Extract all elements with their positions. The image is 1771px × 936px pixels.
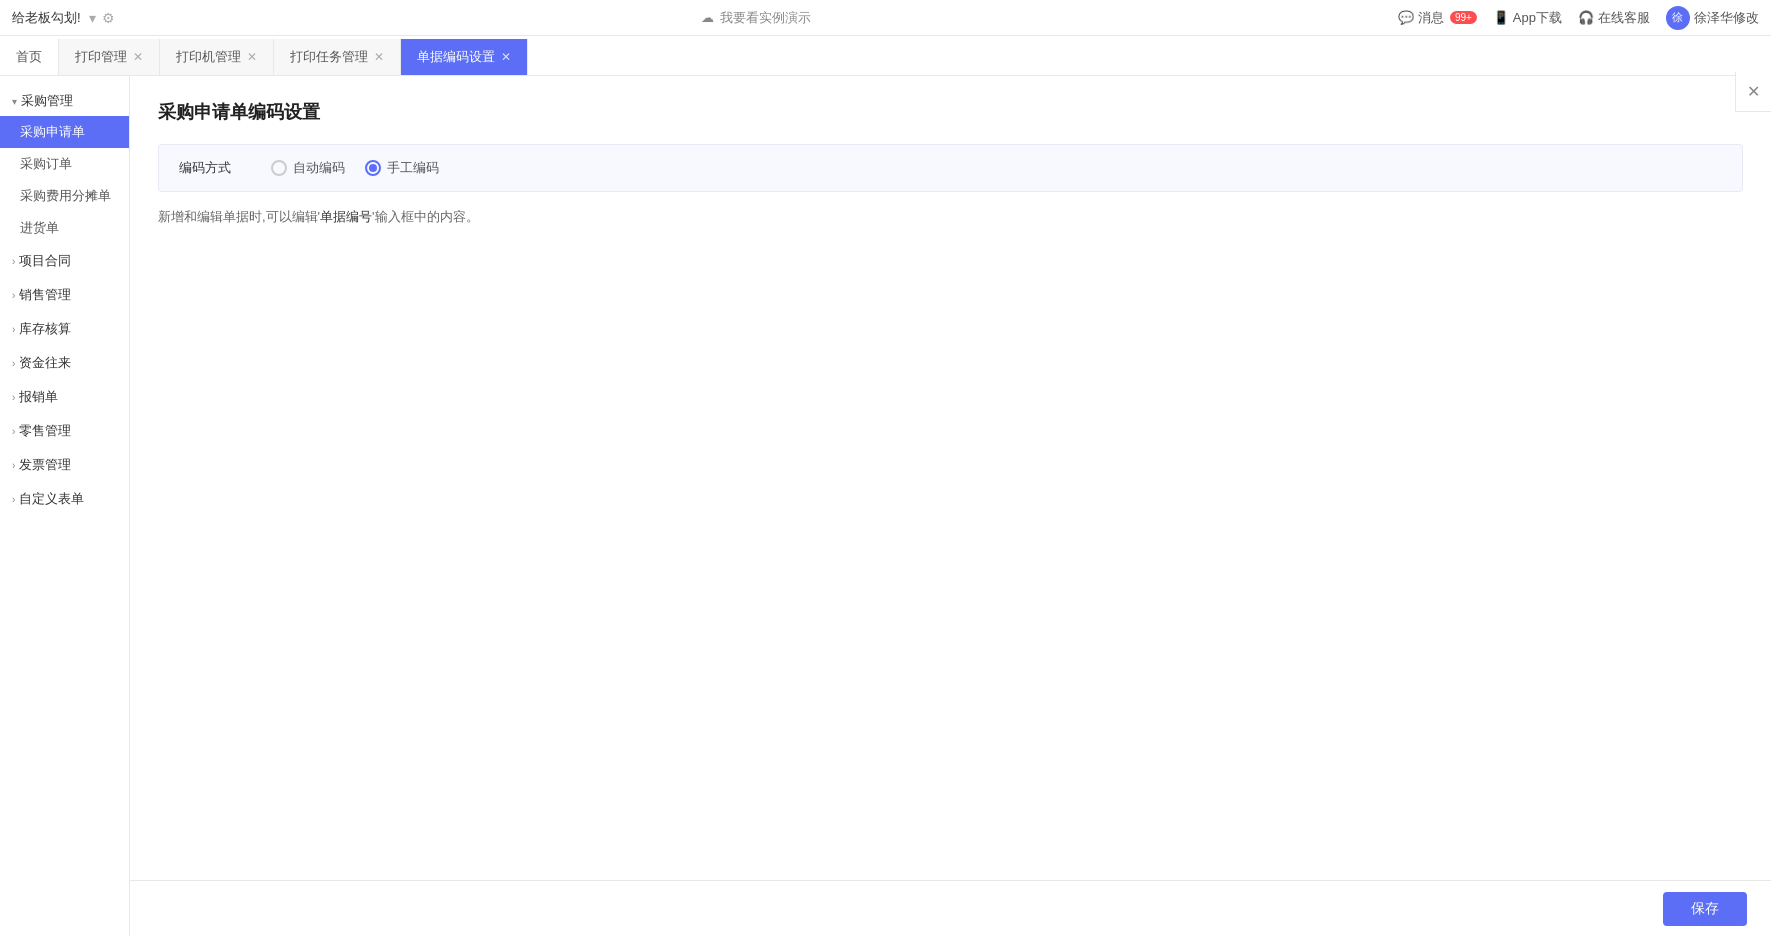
top-bar: 给老板勾划! ▾ ⚙ ☁ 我要看实例演示 💬 消息 99+ 📱 App下载 🎧 … bbox=[0, 0, 1771, 36]
phone-icon: 📱 bbox=[1493, 10, 1509, 25]
tab-print-mgmt[interactable]: 打印管理 ✕ bbox=[59, 39, 160, 75]
chevron-right-icon-sales: › bbox=[12, 290, 15, 301]
encoding-label: 编码方式 bbox=[179, 159, 231, 177]
headset-icon: 🎧 bbox=[1578, 10, 1594, 25]
sidebar-group-returns[interactable]: › 报销单 bbox=[0, 380, 129, 414]
tab-print-mgmt-label: 打印管理 bbox=[75, 48, 127, 66]
sidebar-group-retail-mgmt[interactable]: › 零售管理 bbox=[0, 414, 129, 448]
chevron-right-icon-inventory: › bbox=[12, 324, 15, 335]
message-button[interactable]: 💬 消息 99+ bbox=[1398, 9, 1477, 27]
sidebar-item-stock-in[interactable]: 进货单 bbox=[0, 212, 129, 244]
message-badge: 99+ bbox=[1450, 11, 1477, 24]
demo-link[interactable]: ☁ 我要看实例演示 bbox=[701, 9, 811, 27]
auto-code-radio-circle bbox=[271, 160, 287, 176]
tab-print-task-close[interactable]: ✕ bbox=[374, 50, 384, 64]
sidebar-item-purchase-expense[interactable]: 采购费用分摊单 bbox=[0, 180, 129, 212]
sidebar-group-invoice-mgmt[interactable]: › 发票管理 bbox=[0, 448, 129, 482]
message-icon: 💬 bbox=[1398, 10, 1414, 25]
tab-print-task-label: 打印任务管理 bbox=[290, 48, 368, 66]
sidebar: ▾ 采购管理 采购申请单 采购订单 采购费用分摊单 进货单 › 项目合同 › 销… bbox=[0, 76, 130, 936]
top-bar-left: 给老板勾划! ▾ ⚙ bbox=[12, 9, 115, 27]
auto-code-label: 自动编码 bbox=[293, 159, 345, 177]
tab-barcode-settings-label: 单据编码设置 bbox=[417, 48, 495, 66]
settings-icon[interactable]: ⚙ bbox=[102, 10, 115, 26]
avatar: 徐 bbox=[1666, 6, 1690, 30]
chevron-right-icon-invoice: › bbox=[12, 460, 15, 471]
encoding-radio-group: 自动编码 手工编码 bbox=[271, 159, 439, 177]
tab-printer-mgmt[interactable]: 打印机管理 ✕ bbox=[160, 39, 274, 75]
chevron-right-icon-returns: › bbox=[12, 392, 15, 403]
user-profile-button[interactable]: 徐 徐泽华修改 bbox=[1666, 6, 1759, 30]
page-title: 采购申请单编码设置 bbox=[158, 100, 1743, 124]
save-button[interactable]: 保存 bbox=[1663, 892, 1747, 926]
sidebar-group-purchase-mgmt[interactable]: ▾ 采购管理 bbox=[0, 84, 129, 116]
sidebar-item-purchase-order[interactable]: 采购订单 bbox=[0, 148, 129, 180]
tab-printer-mgmt-label: 打印机管理 bbox=[176, 48, 241, 66]
hint-text-before: 新增和编辑单据时,可以编辑' bbox=[158, 209, 320, 224]
online-service-button[interactable]: 🎧 在线客服 bbox=[1578, 9, 1650, 27]
sidebar-item-purchase-request[interactable]: 采购申请单 bbox=[0, 116, 129, 148]
auto-code-radio[interactable]: 自动编码 bbox=[271, 159, 345, 177]
hint-text: 新增和编辑单据时,可以编辑'单据编号'输入框中的内容。 bbox=[158, 208, 1743, 226]
hint-text-after: '输入框中的内容。 bbox=[372, 209, 478, 224]
top-bar-controls[interactable]: ▾ ⚙ bbox=[89, 10, 115, 26]
tab-bar: 首页 打印管理 ✕ 打印机管理 ✕ 打印任务管理 ✕ 单据编码设置 ✕ ✕ bbox=[0, 36, 1771, 76]
chevron-right-icon-project: › bbox=[12, 256, 15, 267]
content-body: 采购申请单编码设置 编码方式 自动编码 手工编码 新增和编辑单据时,可 bbox=[130, 76, 1771, 880]
chevron-right-icon-retail: › bbox=[12, 426, 15, 437]
sidebar-group-capital[interactable]: › 资金往来 bbox=[0, 346, 129, 380]
dropdown-icon[interactable]: ▾ bbox=[89, 10, 96, 26]
chevron-right-icon-custom: › bbox=[12, 494, 15, 505]
manual-code-radio-circle bbox=[365, 160, 381, 176]
chevron-down-icon: ▾ bbox=[12, 96, 17, 107]
chevron-right-icon-capital: › bbox=[12, 358, 15, 369]
sidebar-group-inventory[interactable]: › 库存核算 bbox=[0, 312, 129, 346]
tab-printer-mgmt-close[interactable]: ✕ bbox=[247, 50, 257, 64]
tab-print-task[interactable]: 打印任务管理 ✕ bbox=[274, 39, 401, 75]
tab-home-label: 首页 bbox=[16, 48, 42, 66]
encoding-section: 编码方式 自动编码 手工编码 bbox=[158, 144, 1743, 192]
content-area: 采购申请单编码设置 编码方式 自动编码 手工编码 新增和编辑单据时,可 bbox=[130, 76, 1771, 936]
top-bar-right: 💬 消息 99+ 📱 App下载 🎧 在线客服 徐 徐泽华修改 bbox=[1398, 6, 1759, 30]
tab-barcode-settings[interactable]: 单据编码设置 ✕ bbox=[401, 39, 528, 75]
hint-highlight: 单据编号 bbox=[320, 209, 372, 224]
sidebar-group-sales-mgmt[interactable]: › 销售管理 bbox=[0, 278, 129, 312]
tab-barcode-settings-close[interactable]: ✕ bbox=[501, 50, 511, 64]
window-close-button[interactable]: ✕ bbox=[1735, 72, 1771, 112]
content-footer: 保存 bbox=[130, 880, 1771, 936]
tab-print-mgmt-close[interactable]: ✕ bbox=[133, 50, 143, 64]
brand-name: 给老板勾划! bbox=[12, 9, 81, 27]
tab-home[interactable]: 首页 bbox=[0, 39, 59, 75]
manual-code-radio[interactable]: 手工编码 bbox=[365, 159, 439, 177]
cloud-icon: ☁ bbox=[701, 10, 714, 25]
sidebar-group-custom-forms[interactable]: › 自定义表单 bbox=[0, 482, 129, 516]
main-layout: ▾ 采购管理 采购申请单 采购订单 采购费用分摊单 进货单 › 项目合同 › 销… bbox=[0, 76, 1771, 936]
sidebar-group-project-contract[interactable]: › 项目合同 bbox=[0, 244, 129, 278]
sidebar-group-purchase-label: 采购管理 bbox=[21, 92, 73, 110]
app-download-button[interactable]: 📱 App下载 bbox=[1493, 9, 1562, 27]
manual-code-label: 手工编码 bbox=[387, 159, 439, 177]
